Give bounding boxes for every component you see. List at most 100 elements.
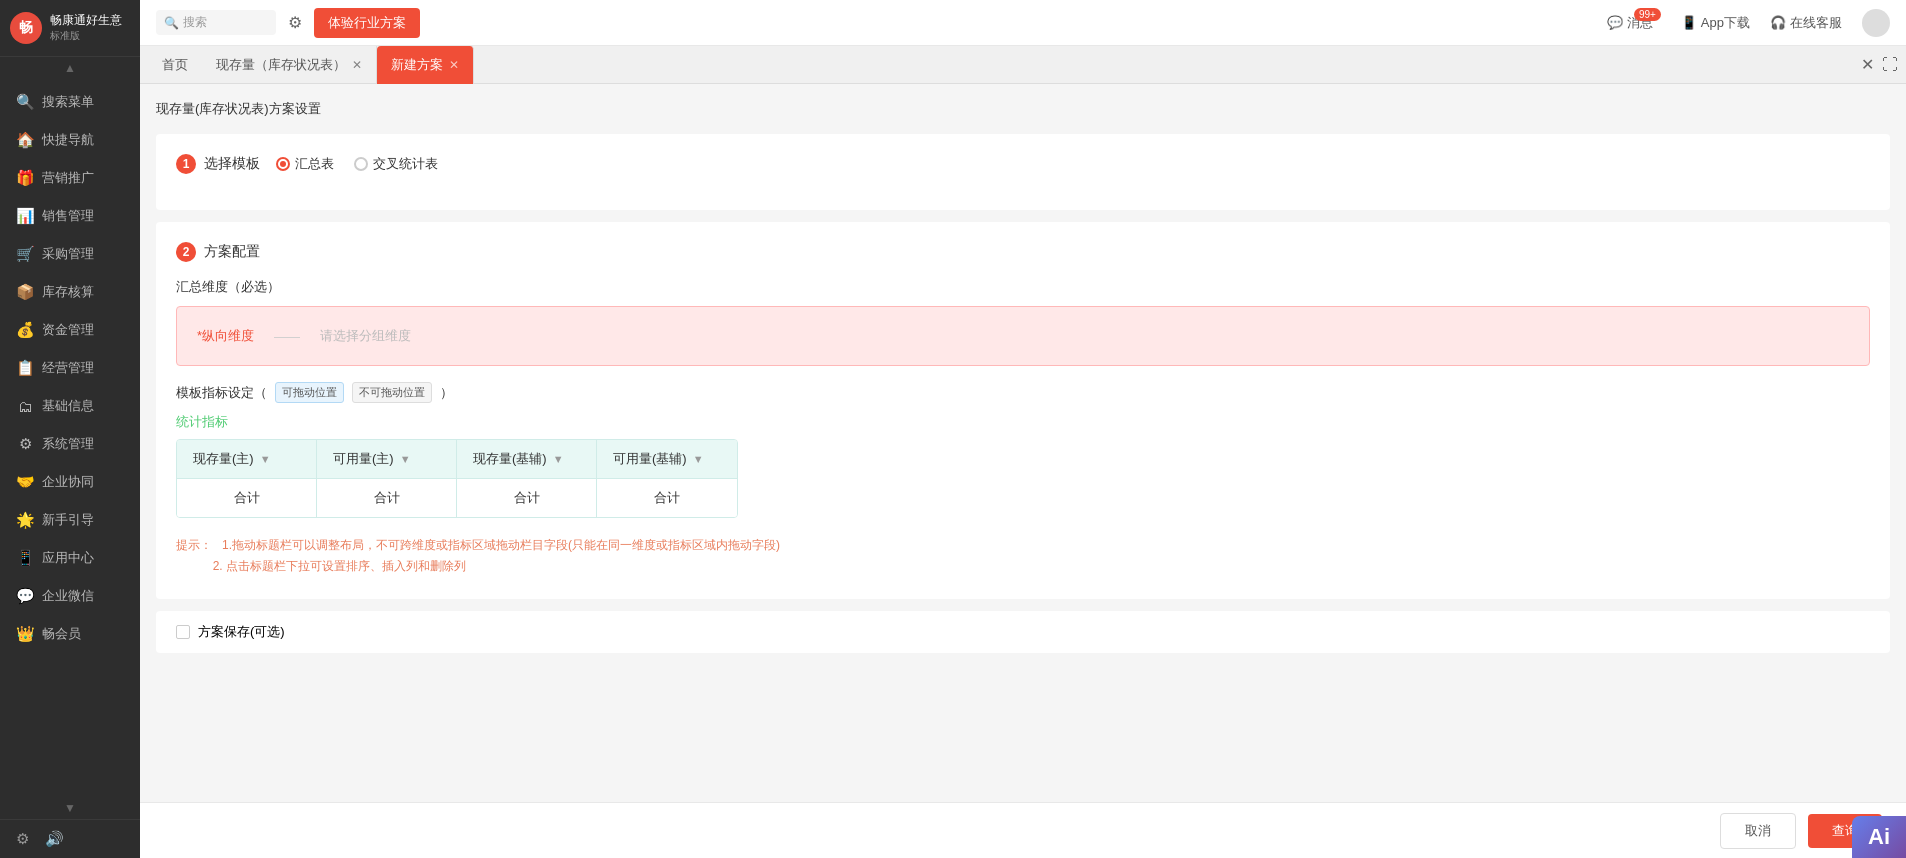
sidebar-item-marketing[interactable]: 🎁 营销推广 — [0, 159, 140, 197]
step2-header: 2 方案配置 — [176, 242, 1870, 262]
sidebar-item-label: 采购管理 — [42, 245, 94, 263]
radio-cross[interactable]: 交叉统计表 — [354, 155, 438, 173]
sidebar-item-label: 企业微信 — [42, 587, 94, 605]
sidebar-item-search[interactable]: 🔍 搜索菜单 — [0, 83, 140, 121]
stats-cell-1: 合计 — [177, 479, 317, 517]
scroll-down-btn[interactable]: ▼ — [0, 797, 140, 819]
tab-home-label: 首页 — [162, 56, 188, 74]
stats-col-1[interactable]: 现存量(主) ▼ — [177, 440, 317, 478]
settings-footer-icon[interactable]: ⚙ — [16, 830, 29, 848]
sidebar-item-apps[interactable]: 📱 应用中心 — [0, 539, 140, 577]
online-service-btn[interactable]: 🎧 在线客服 — [1770, 14, 1842, 32]
tip-1: 提示： 1.拖动标题栏可以调整布局，不可跨维度或指标区域拖动栏目字段(只能在同一… — [176, 537, 1870, 554]
sidebar-item-label: 应用中心 — [42, 549, 94, 567]
expand-panel-icon[interactable]: ⛶ — [1882, 56, 1898, 74]
sidebar-item-label: 系统管理 — [42, 435, 94, 453]
sidebar-item-label: 快捷导航 — [42, 131, 94, 149]
sidebar-item-label: 营销推广 — [42, 169, 94, 187]
search-bar[interactable]: 🔍 搜索 — [156, 10, 276, 35]
action-bar: 取消 查询 — [140, 802, 1906, 858]
sidebar-item-operations[interactable]: 📋 经营管理 — [0, 349, 140, 387]
sidebar-item-system[interactable]: ⚙ 系统管理 — [0, 425, 140, 463]
cancel-button[interactable]: 取消 — [1720, 813, 1796, 849]
stats-col-1-label: 现存量(主) — [193, 450, 254, 468]
tip-2: 2. 点击标题栏下拉可设置排序、插入列和删除列 — [176, 558, 1870, 575]
tab-inventory-close[interactable]: ✕ — [352, 58, 362, 72]
close-panel-icon[interactable]: ✕ — [1861, 55, 1874, 74]
scroll-up-btn[interactable]: ▲ — [0, 57, 140, 79]
sidebar-item-basic[interactable]: 🗂 基础信息 — [0, 387, 140, 425]
sidebar-item-label: 经营管理 — [42, 359, 94, 377]
tab-home[interactable]: 首页 — [148, 46, 202, 84]
dimension-box[interactable]: *纵向维度 —— 请选择分组维度 — [176, 306, 1870, 366]
save-checkbox[interactable] — [176, 625, 190, 639]
stats-section: 统计指标 现存量(主) ▼ 可用量(主) ▼ 现存量(基辅) — [176, 413, 1870, 521]
gift-icon: 🎁 — [16, 169, 34, 187]
sidebar-item-label: 基础信息 — [42, 397, 94, 415]
stats-col-2[interactable]: 可用量(主) ▼ — [317, 440, 457, 478]
topbar: 🔍 搜索 ⚙ 体验行业方案 💬 消息 99+ 📱 App下载 🎧 在线客服 — [140, 0, 1906, 46]
messages-btn[interactable]: 💬 消息 99+ — [1607, 14, 1653, 32]
sidebar-item-purchase[interactable]: 🛒 采购管理 — [0, 235, 140, 273]
user-avatar[interactable] — [1862, 9, 1890, 37]
stats-cell-4: 合计 — [597, 479, 737, 517]
sidebar-item-contract[interactable]: 🤝 企业协同 — [0, 463, 140, 501]
sidebar-item-wechat[interactable]: 💬 企业微信 — [0, 577, 140, 615]
stats-col-4[interactable]: 可用量(基辅) ▼ — [597, 440, 737, 478]
metrics-label-text: 模板指标设定（ — [176, 384, 267, 402]
sidebar-footer: ⚙ 🔊 — [0, 819, 140, 858]
template-radio-group: 汇总表 交叉统计表 — [276, 155, 438, 173]
search-placeholder: 搜索 — [183, 14, 207, 31]
sidebar-item-sales[interactable]: 📊 销售管理 — [0, 197, 140, 235]
search-icon: 🔍 — [16, 93, 34, 111]
ai-badge[interactable]: Ai — [1852, 816, 1906, 858]
gear-icon: ⚙ — [16, 435, 34, 453]
step2-badge: 2 — [176, 242, 196, 262]
stats-header-row: 现存量(主) ▼ 可用量(主) ▼ 现存量(基辅) ▼ 可用量(基辅) — [177, 440, 737, 478]
chat-icon: 💬 — [16, 587, 34, 605]
sidebar-item-label: 销售管理 — [42, 207, 94, 225]
settings-icon[interactable]: ⚙ — [288, 13, 302, 32]
sidebar-item-guide[interactable]: 🌟 新手引导 — [0, 501, 140, 539]
radio-summary[interactable]: 汇总表 — [276, 155, 334, 173]
stats-col-3[interactable]: 现存量(基辅) ▼ — [457, 440, 597, 478]
star-icon: 🌟 — [16, 511, 34, 529]
radio-summary-dot — [276, 157, 290, 171]
non-draggable-badge: 不可拖动位置 — [352, 382, 432, 403]
box-icon: 📦 — [16, 283, 34, 301]
chevron-down-1-icon: ▼ — [260, 453, 271, 465]
step2-card: 2 方案配置 汇总维度（必选） *纵向维度 —— 请选择分组维度 模板指标设定（… — [156, 222, 1890, 599]
sidebar-item-label: 搜索菜单 — [42, 93, 94, 111]
sidebar-item-shortcut[interactable]: 🏠 快捷导航 — [0, 121, 140, 159]
sidebar-header: 畅 畅康通好生意 标准版 — [0, 0, 140, 57]
dimension-label-text: 汇总维度（必选） — [176, 279, 280, 294]
sidebar-item-finance[interactable]: 💰 资金管理 — [0, 311, 140, 349]
crown-icon: 👑 — [16, 625, 34, 643]
sidebar-item-inventory[interactable]: 📦 库存核算 — [0, 273, 140, 311]
download-icon: 📱 — [1681, 15, 1697, 30]
radio-summary-label: 汇总表 — [295, 155, 334, 173]
industry-plan-button[interactable]: 体验行业方案 — [314, 8, 420, 38]
step1-header: 1 选择模板 汇总表 交叉统计表 — [176, 154, 1870, 174]
tab-inventory-status[interactable]: 现存量（库存状况表） ✕ — [202, 46, 377, 84]
dimension-placeholder: 请选择分组维度 — [320, 327, 411, 345]
sidebar-item-label: 资金管理 — [42, 321, 94, 339]
tab-new-scheme-close[interactable]: ✕ — [449, 58, 459, 72]
phone-icon: 📱 — [16, 549, 34, 567]
step1-card: 1 选择模板 汇总表 交叉统计表 — [156, 134, 1890, 210]
metrics-label: 模板指标设定（ 可拖动位置 不可拖动位置 ） — [176, 382, 1870, 403]
topbar-right: 💬 消息 99+ 📱 App下载 🎧 在线客服 — [1607, 9, 1890, 37]
metrics-label-suffix: ） — [440, 384, 453, 402]
speaker-icon[interactable]: 🔊 — [45, 830, 64, 848]
sidebar: 畅 畅康通好生意 标准版 ▲ 🔍 搜索菜单 🏠 快捷导航 🎁 营销推广 📊 销售… — [0, 0, 140, 858]
step1-badge: 1 — [176, 154, 196, 174]
app-version: 标准版 — [50, 29, 122, 43]
content-area: 现存量(库存状况表)方案设置 1 选择模板 汇总表 交叉统计表 — [140, 84, 1906, 802]
app-download-btn[interactable]: 📱 App下载 — [1681, 14, 1750, 32]
tab-new-scheme[interactable]: 新建方案 ✕ — [377, 46, 474, 84]
stats-table: 现存量(主) ▼ 可用量(主) ▼ 现存量(基辅) ▼ 可用量(基辅) — [176, 439, 738, 518]
main-area: 🔍 搜索 ⚙ 体验行业方案 💬 消息 99+ 📱 App下载 🎧 在线客服 首页 — [140, 0, 1906, 858]
sidebar-item-member[interactable]: 👑 畅会员 — [0, 615, 140, 653]
tip-prefix-1: 提示： — [176, 538, 219, 552]
stats-section-title: 统计指标 — [176, 413, 1870, 431]
